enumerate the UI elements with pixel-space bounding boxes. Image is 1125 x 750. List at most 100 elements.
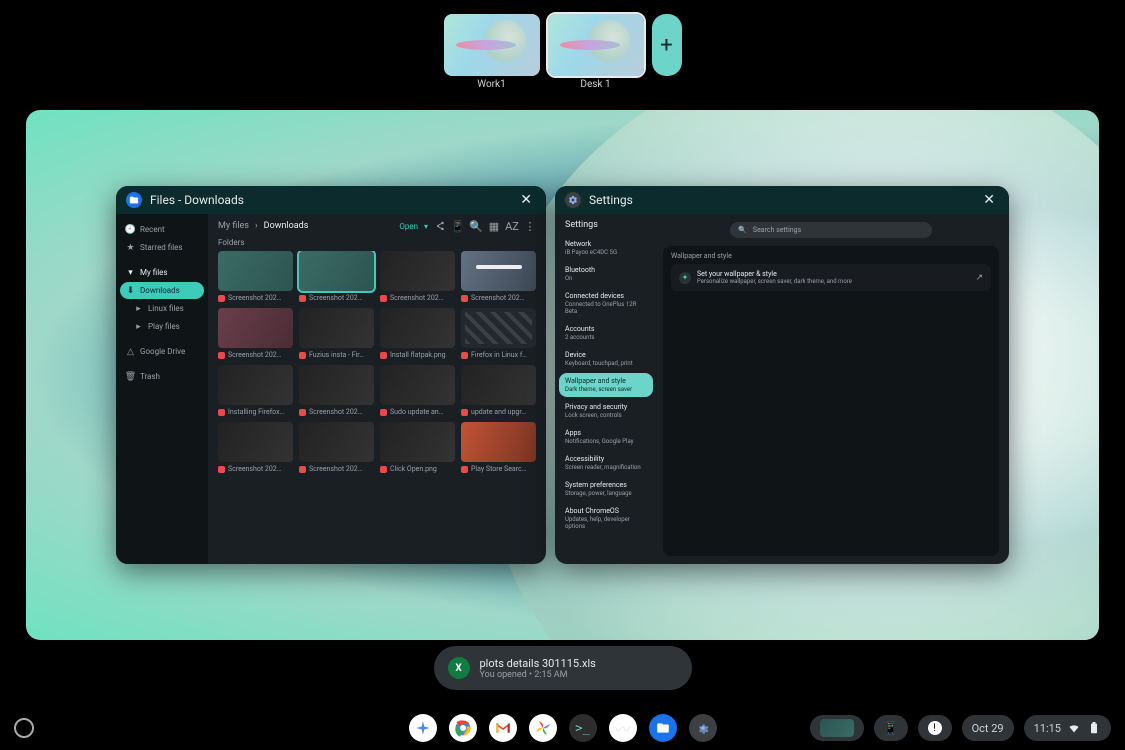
app-settings[interactable] <box>689 714 717 742</box>
wallpaper-style-card[interactable]: ✦ Set your wallpaper & style Personalize… <box>671 264 991 291</box>
sidebar-item-accessibility[interactable]: AccessibilityScreen reader, magnificatio… <box>559 451 653 475</box>
sidebar-item-privacy[interactable]: Privacy and securityLock screen, control… <box>559 399 653 423</box>
file-tile[interactable]: Sudo update an… <box>380 365 455 416</box>
wifi-icon <box>1067 721 1081 735</box>
sidebar-item-device[interactable]: DeviceKeyboard, touchpad, print <box>559 347 653 371</box>
tote-status-pill[interactable] <box>810 715 864 741</box>
file-tile[interactable]: Screenshot 202… <box>218 308 293 359</box>
add-desk-button[interactable]: + <box>652 14 682 76</box>
app-terminal[interactable]: >_ <box>569 714 597 742</box>
shelf-apps: >_ 〰 <box>409 714 717 742</box>
sidebar-item-accounts[interactable]: Accounts2 accounts <box>559 321 653 345</box>
sidebar-item-recent[interactable]: 🕘Recent <box>120 221 204 238</box>
file-tile[interactable]: Play Store Searc… <box>461 422 536 473</box>
sidebar-item-bluetooth[interactable]: BluetoothOn <box>559 262 653 286</box>
app-chrome[interactable] <box>449 714 477 742</box>
files-window-header: Files - Downloads ✕ <box>116 186 546 214</box>
image-icon <box>461 409 468 416</box>
image-icon <box>380 295 387 302</box>
share-icon[interactable] <box>434 220 446 232</box>
wallpaper-icon: ✦ <box>679 272 691 284</box>
toast-sub: You opened • 2:15 AM <box>480 670 596 680</box>
sidebar-item-network[interactable]: NetworkiB Payoo eC4DC 5G <box>559 236 653 260</box>
settings-window-header: Settings ✕ <box>555 186 1009 214</box>
sidebar-item-myfiles[interactable]: ▾My files <box>120 264 204 281</box>
section-label: Folders <box>218 238 536 247</box>
sidebar-item-drive[interactable]: △Google Drive <box>120 343 204 360</box>
sidebar-item-downloads[interactable]: ⬇Downloads <box>120 282 204 299</box>
download-icon: ⬇ <box>126 286 135 295</box>
file-name: Firefox in Linux f… <box>471 351 527 359</box>
file-name: Screenshot 202… <box>228 351 281 359</box>
chevron-right-icon: ▸ <box>134 304 143 313</box>
app-photos[interactable] <box>529 714 557 742</box>
clock-pill[interactable]: 11:15 <box>1024 715 1111 741</box>
file-tile[interactable]: Installing Firefox… <box>218 365 293 416</box>
close-icon[interactable]: ✕ <box>516 190 536 210</box>
desk-thumb-desk1[interactable]: Desk 1 <box>548 14 644 90</box>
settings-main: 🔍 Search settings Wallpaper and style ✦ … <box>657 214 1009 564</box>
star-icon: ★ <box>126 243 135 252</box>
image-icon <box>299 409 306 416</box>
sidebar-item-connected-devices[interactable]: Connected devicesConnected to OnePlus 12… <box>559 288 653 319</box>
sidebar-item-trash[interactable]: 🗑Trash <box>120 368 204 385</box>
sidebar-item-about[interactable]: About ChromeOSUpdates, help, developer o… <box>559 503 653 534</box>
chevron-right-icon: › <box>255 221 258 231</box>
sidebar-item-wallpaper[interactable]: Wallpaper and styleDark theme, screen sa… <box>559 373 653 397</box>
file-tile[interactable]: Screenshot 202… <box>299 365 374 416</box>
settings-window[interactable]: Settings ✕ Settings NetworkiB Payoo eC4D… <box>555 186 1009 564</box>
image-icon <box>299 352 306 359</box>
search-placeholder: Search settings <box>753 226 801 234</box>
settings-search[interactable]: 🔍 Search settings <box>730 222 932 238</box>
files-topbar: My files › Downloads Open ▾ 📱 🔍 ▦ AZ ⋮ <box>218 220 536 232</box>
image-icon <box>380 466 387 473</box>
app-files[interactable] <box>649 714 677 742</box>
close-icon[interactable]: ✕ <box>979 190 999 210</box>
sidebar-item-starred[interactable]: ★Starred files <box>120 239 204 256</box>
file-tile[interactable]: Screenshot 202… <box>461 251 536 302</box>
file-tile[interactable]: Screenshot 202… <box>218 422 293 473</box>
recent-file-toast[interactable]: X plots details 301115.xls You opened • … <box>434 646 692 690</box>
file-tile[interactable]: Screenshot 202… <box>299 251 374 302</box>
file-name: Screenshot 202… <box>309 294 362 302</box>
image-icon <box>218 466 225 473</box>
sidebar-item-apps[interactable]: AppsNotifications, Google Play <box>559 425 653 449</box>
more-icon[interactable]: ⋮ <box>524 220 536 232</box>
sidebar-item-linux[interactable]: ▸Linux files <box>120 300 204 317</box>
sidebar-heading: Settings <box>559 220 653 234</box>
open-with-dropdown[interactable]: ▾ <box>424 222 428 231</box>
sidebar-item-system-prefs[interactable]: System preferencesStorage, power, langua… <box>559 477 653 501</box>
sidebar-item-label: Play files <box>148 322 180 331</box>
content-header: Wallpaper and style <box>671 252 991 260</box>
open-button[interactable]: Open <box>399 222 418 231</box>
file-tile[interactable]: Screenshot 202… <box>218 251 293 302</box>
phone-hub-pill[interactable]: 📱 <box>874 715 908 741</box>
chevron-down-icon: ▾ <box>126 268 135 277</box>
file-tile[interactable]: Click Open.png <box>380 422 455 473</box>
app-sentry[interactable]: 〰 <box>609 714 637 742</box>
file-tile[interactable]: Fuzius insta - Fir… <box>299 308 374 359</box>
sort-icon[interactable]: AZ <box>506 220 518 232</box>
file-tile[interactable]: Install flatpak.png <box>380 308 455 359</box>
file-tile[interactable]: Screenshot 202… <box>299 422 374 473</box>
breadcrumb-root[interactable]: My files <box>218 221 249 231</box>
desk-thumb-work1[interactable]: Work1 <box>444 14 540 90</box>
sidebar-item-play[interactable]: ▸Play files <box>120 318 204 335</box>
file-tile[interactable]: Firefox in Linux f… <box>461 308 536 359</box>
file-name: Screenshot 202… <box>228 294 281 302</box>
phone-icon[interactable]: 📱 <box>452 220 464 232</box>
sidebar-item-label: Trash <box>140 372 160 381</box>
quick-settings-pill[interactable]: Oct 29 <box>962 715 1014 741</box>
search-icon[interactable]: 🔍 <box>470 220 482 232</box>
app-gmail[interactable] <box>489 714 517 742</box>
image-icon <box>299 295 306 302</box>
launcher-button[interactable] <box>14 718 34 738</box>
file-tile[interactable]: update and upgr… <box>461 365 536 416</box>
grid-view-icon[interactable]: ▦ <box>488 220 500 232</box>
notification-pill[interactable]: ! <box>918 715 952 741</box>
files-window[interactable]: Files - Downloads ✕ 🕘Recent ★Starred fil… <box>116 186 546 564</box>
card-title: Set your wallpaper & style <box>697 270 969 278</box>
app-gemini[interactable] <box>409 714 437 742</box>
file-tile[interactable]: Screenshot 202… <box>380 251 455 302</box>
breadcrumb-current[interactable]: Downloads <box>264 221 309 231</box>
